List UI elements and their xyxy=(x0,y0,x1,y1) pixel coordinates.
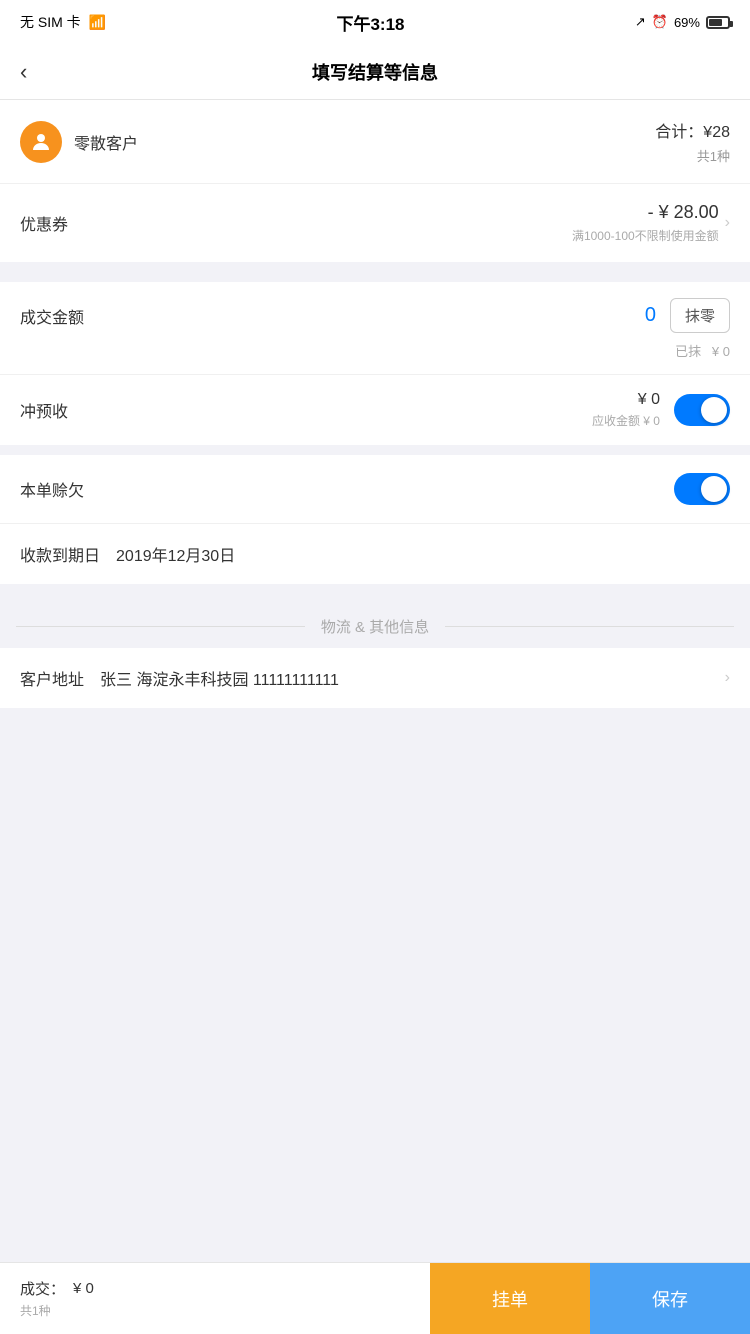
prereceive-toggle[interactable] xyxy=(674,394,730,426)
address-row[interactable]: 客户地址 张三 海淀永丰科技园 11111111111 › xyxy=(0,648,750,708)
bottom-bar: 成交： ¥ 0 共1种 挂单 保存 xyxy=(0,1262,750,1334)
prereceive-sub: 应收金额 ¥ 0 xyxy=(592,412,660,429)
round-button[interactable]: 抹零 xyxy=(670,298,730,333)
bottom-summary: 成交： ¥ 0 共1种 xyxy=(0,1278,430,1319)
due-date-row: 收款到期日 2019年12月30日 xyxy=(20,542,730,566)
bottom-deal-label: 成交： xyxy=(20,1278,65,1299)
prereceive-row: 冲预收 ¥ 0 应收金额 ¥ 0 xyxy=(0,374,750,445)
transaction-section: 成交金额 0 抹零 已抹 ¥ 0 xyxy=(0,282,750,374)
deducted-value: ¥ 0 xyxy=(712,344,730,359)
total-amount: 合计：¥28 xyxy=(655,118,730,142)
logistics-divider: 物流 & 其他信息 xyxy=(0,604,750,648)
prereceive-right: ¥ 0 应收金额 ¥ 0 xyxy=(592,391,730,429)
customer-right: 合计：¥28 共1种 xyxy=(655,118,730,165)
prereceive-amounts: ¥ 0 应收金额 ¥ 0 xyxy=(592,391,660,429)
alarm-icon: ⏰ xyxy=(652,14,668,30)
hang-button[interactable]: 挂单 xyxy=(430,1263,590,1334)
address-right: › xyxy=(719,669,730,687)
prereceive-main: ¥ 0 xyxy=(592,391,660,409)
coupon-right: - ¥ 28.00 满1000-100不限制使用金额 xyxy=(572,202,719,244)
logistics-line-right xyxy=(445,626,734,627)
grey-divider-1 xyxy=(0,272,750,282)
logistics-line-left xyxy=(16,626,305,627)
bottom-deal-row: 成交： ¥ 0 xyxy=(20,1278,410,1299)
empty-space xyxy=(0,718,750,918)
customer-row: 零散客户 合计：¥28 共1种 xyxy=(0,100,750,183)
location-icon: ↗ xyxy=(635,14,646,30)
nav-bar: ‹ 填写结算等信息 xyxy=(0,44,750,100)
address-value: 张三 海淀永丰科技园 11111111111 xyxy=(100,666,719,690)
coupon-row[interactable]: 优惠券 - ¥ 28.00 满1000-100不限制使用金额 › xyxy=(0,183,750,262)
arrears-label: 本单赊欠 xyxy=(20,477,84,501)
battery-percent: 69% xyxy=(674,15,700,30)
coupon-desc: 满1000-100不限制使用金额 xyxy=(572,227,719,244)
due-date-section: 收款到期日 2019年12月30日 xyxy=(0,523,750,584)
customer-name: 零散客户 xyxy=(74,130,138,154)
transaction-amount-right: 0 抹零 xyxy=(645,298,730,333)
status-right: ↗ ⏰ 69% xyxy=(635,14,730,30)
coupon-label: 优惠券 xyxy=(20,211,68,235)
status-left: 无 SIM 卡 📶 xyxy=(20,12,106,32)
prereceive-label: 冲预收 xyxy=(20,398,68,422)
bottom-deal-count: 共1种 xyxy=(20,1302,410,1319)
customer-left: 零散客户 xyxy=(20,121,138,163)
save-button[interactable]: 保存 xyxy=(590,1263,750,1334)
page-title: 填写结算等信息 xyxy=(312,59,438,85)
due-date-label: 收款到期日 xyxy=(20,542,100,566)
status-time: 下午3:18 xyxy=(336,10,404,35)
grey-divider-3 xyxy=(0,594,750,604)
coupon-chevron-icon: › xyxy=(725,214,730,232)
total-count: 共1种 xyxy=(655,146,730,165)
battery-icon xyxy=(706,16,730,29)
arrears-toggle[interactable] xyxy=(674,473,730,505)
due-date-value: 2019年12月30日 xyxy=(116,542,235,566)
address-chevron-icon: › xyxy=(725,669,730,687)
logistics-label: 物流 & 其他信息 xyxy=(321,616,429,637)
grey-divider-2 xyxy=(0,445,750,455)
wifi-icon: 📶 xyxy=(89,14,106,31)
back-button[interactable]: ‹ xyxy=(20,59,27,85)
address-label: 客户地址 xyxy=(20,666,84,690)
transaction-row: 成交金额 0 抹零 xyxy=(20,298,730,341)
bottom-deal-amount: ¥ 0 xyxy=(73,1280,94,1297)
coupon-discount: - ¥ 28.00 xyxy=(572,202,719,223)
toggle-knob xyxy=(701,397,727,423)
arrears-toggle-knob xyxy=(701,476,727,502)
already-deducted: 已抹 ¥ 0 xyxy=(20,341,730,374)
avatar xyxy=(20,121,62,163)
transaction-label: 成交金额 xyxy=(20,304,84,328)
arrears-section: 本单赊欠 xyxy=(0,455,750,523)
transaction-amount: 0 xyxy=(645,304,656,327)
deducted-prefix: 已抹 xyxy=(675,344,701,359)
carrier-label: 无 SIM 卡 xyxy=(20,12,81,32)
status-bar: 无 SIM 卡 📶 下午3:18 ↗ ⏰ 69% xyxy=(0,0,750,44)
